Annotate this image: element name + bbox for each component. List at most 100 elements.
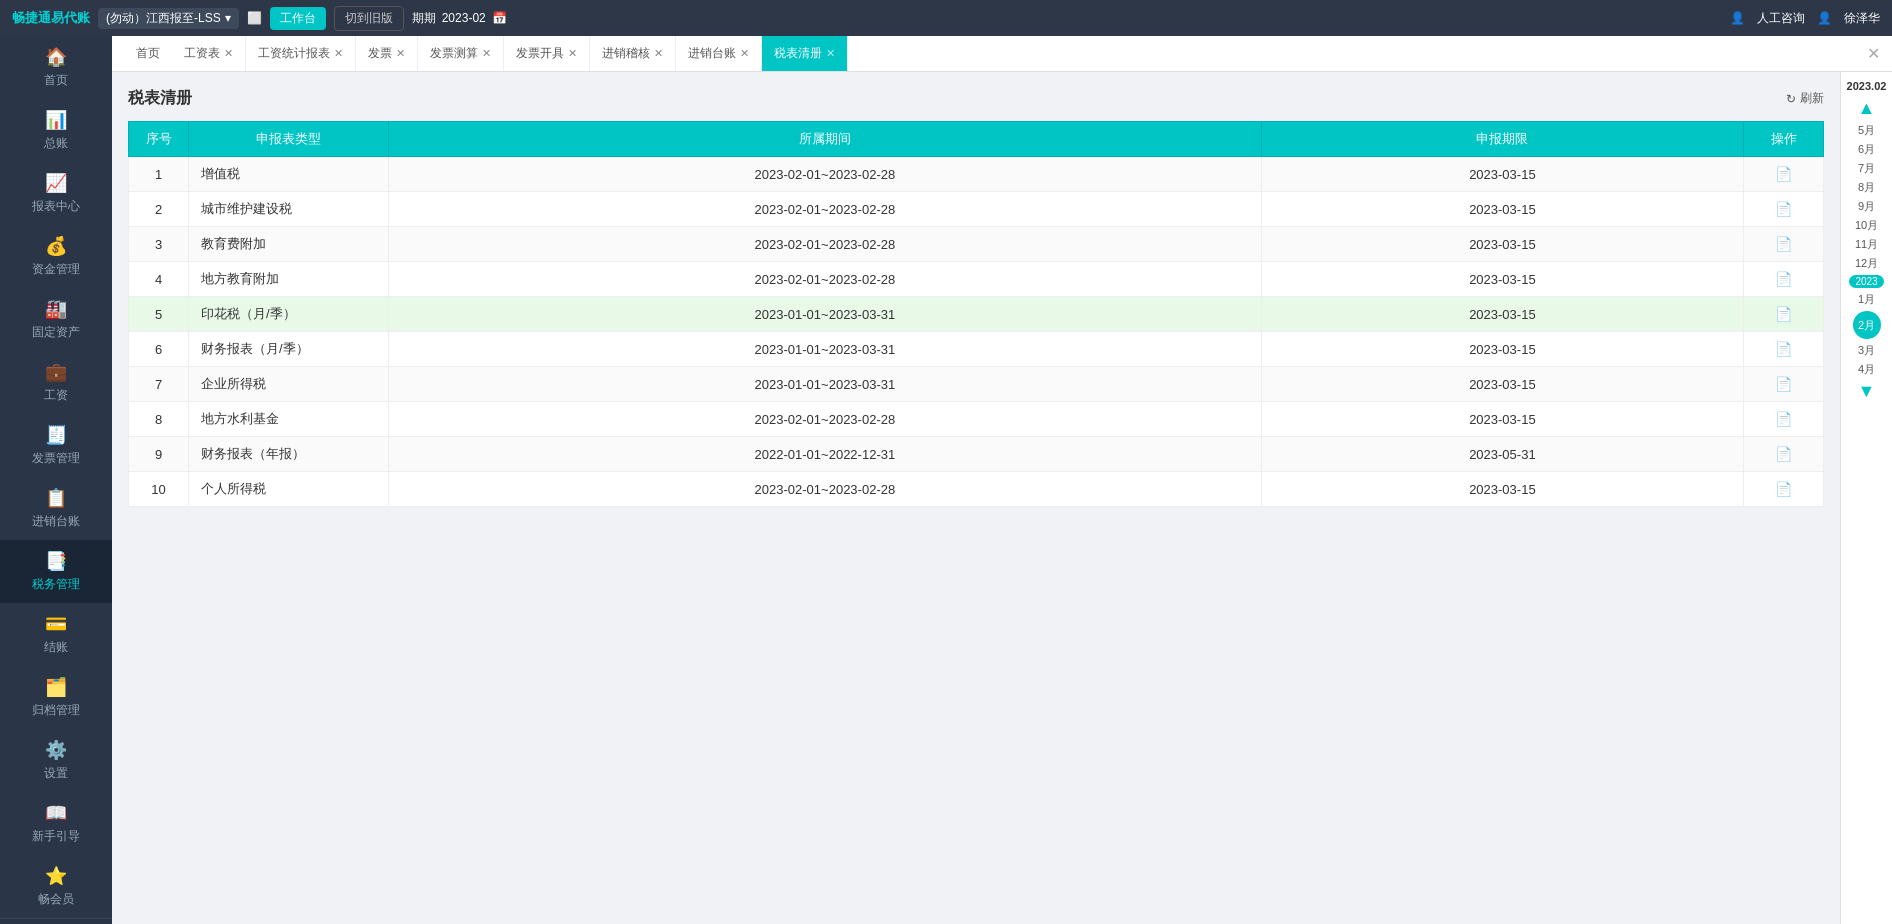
tab-invoice[interactable]: 发票 ✕ — [356, 36, 418, 72]
tab-invoice-open[interactable]: 发票开具 ✕ — [504, 36, 590, 72]
sidebar-item-fund[interactable]: 💰 资金管理 — [0, 225, 112, 288]
cell-period-covered: 2023-02-01~2023-02-28 — [389, 402, 1262, 437]
cell-seq: 10 — [129, 472, 189, 507]
sidebar-label-member: 畅会员 — [38, 891, 74, 908]
action-icon-0[interactable]: 📄 — [1775, 166, 1792, 182]
tab-invoice-calc[interactable]: 发票测算 ✕ — [418, 36, 504, 72]
workspace-button[interactable]: 工作台 — [270, 7, 326, 30]
table-body: 1 增值税 2023-02-01~2023-02-28 2023-03-15 📄… — [129, 157, 1824, 507]
action-icon-8[interactable]: 📄 — [1775, 446, 1792, 462]
tab-payroll-stats[interactable]: 工资统计报表 ✕ — [246, 36, 356, 72]
tab-purchase-review-label: 进销稽核 — [602, 45, 650, 62]
header-right: 👤 人工咨询 👤 徐泽华 — [1730, 10, 1880, 27]
panel-month-4[interactable]: 4月 — [1841, 360, 1892, 379]
sidebar-item-home[interactable]: 🏠 首页 — [0, 36, 112, 99]
tab-invoice-open-close[interactable]: ✕ — [568, 47, 577, 60]
refresh-button[interactable]: ↻ 刷新 — [1786, 90, 1824, 107]
sidebar-label-tax: 税务管理 — [32, 576, 80, 593]
panel-month-2-active[interactable]: 2月 — [1853, 311, 1881, 339]
sidebar-item-report[interactable]: 📈 报表中心 — [0, 162, 112, 225]
cell-action[interactable]: 📄 — [1744, 332, 1824, 367]
panel-month-9[interactable]: 9月 — [1841, 197, 1892, 216]
tab-payroll-stats-close[interactable]: ✕ — [334, 47, 343, 60]
cell-action[interactable]: 📄 — [1744, 472, 1824, 507]
table-row: 8 地方水利基金 2023-02-01~2023-02-28 2023-03-1… — [129, 402, 1824, 437]
cell-action[interactable]: 📄 — [1744, 262, 1824, 297]
panel-month-8[interactable]: 8月 — [1841, 178, 1892, 197]
page-title-bar: 税表清册 ↻ 刷新 — [128, 88, 1824, 109]
cell-action[interactable]: 📄 — [1744, 402, 1824, 437]
panel-month-3[interactable]: 3月 — [1841, 341, 1892, 360]
tab-purchase-review[interactable]: 进销稽核 ✕ — [590, 36, 676, 72]
table-row: 9 财务报表（年报） 2022-01-01~2022-12-31 2023-05… — [129, 437, 1824, 472]
action-icon-3[interactable]: 📄 — [1775, 271, 1792, 287]
calendar-icon[interactable]: 📅 — [492, 11, 507, 25]
sidebar-item-purchase[interactable]: 📋 进销台账 — [0, 477, 112, 540]
guide-icon: 📖 — [45, 802, 67, 824]
panel-nav-up[interactable]: ▲ — [1858, 96, 1876, 121]
cell-action[interactable]: 📄 — [1744, 227, 1824, 262]
action-icon-2[interactable]: 📄 — [1775, 236, 1792, 252]
tab-payroll-close[interactable]: ✕ — [224, 47, 233, 60]
copy-icon[interactable]: ⬜ — [247, 11, 262, 25]
tab-tax-clear-close[interactable]: ✕ — [826, 47, 835, 60]
cell-declare-period: 2023-03-15 — [1261, 227, 1743, 262]
cell-action[interactable]: 📄 — [1744, 367, 1824, 402]
tab-invoice-close[interactable]: ✕ — [396, 47, 405, 60]
sidebar-item-assets[interactable]: 🏭 固定资产 — [0, 288, 112, 351]
member-icon: ⭐ — [45, 865, 67, 887]
panel-month-7[interactable]: 7月 — [1841, 159, 1892, 178]
sidebar-label-purchase: 进销台账 — [32, 513, 80, 530]
tab-purchase-ledger-close[interactable]: ✕ — [740, 47, 749, 60]
tab-payroll[interactable]: 工资表 ✕ — [172, 36, 246, 72]
cell-action[interactable]: 📄 — [1744, 437, 1824, 472]
user-service[interactable]: 人工咨询 — [1757, 10, 1805, 27]
tab-invoice-label: 发票 — [368, 45, 392, 62]
tab-invoice-calc-close[interactable]: ✕ — [482, 47, 491, 60]
company-name: (勿动）江西报至-LSS — [106, 10, 221, 27]
switch-button[interactable]: 切到旧版 — [334, 6, 404, 31]
action-icon-1[interactable]: 📄 — [1775, 201, 1792, 217]
sidebar-item-settings[interactable]: ⚙️ 设置 — [0, 729, 112, 792]
panel-month-1[interactable]: 1月 — [1841, 290, 1892, 309]
tab-purchase-review-close[interactable]: ✕ — [654, 47, 663, 60]
cell-action[interactable]: 📄 — [1744, 157, 1824, 192]
period-value: 2023-02 — [442, 11, 486, 25]
panel-month-6[interactable]: 6月 — [1841, 140, 1892, 159]
cell-action[interactable]: 📄 — [1744, 192, 1824, 227]
username: 徐泽华 — [1844, 10, 1880, 27]
panel-month-12[interactable]: 12月 — [1841, 254, 1892, 273]
sidebar-item-invoice[interactable]: 🧾 发票管理 — [0, 414, 112, 477]
sidebar-item-tax[interactable]: 📑 税务管理 — [0, 540, 112, 603]
company-selector[interactable]: (勿动）江西报至-LSS ▾ — [98, 8, 239, 29]
panel-month-10[interactable]: 10月 — [1841, 216, 1892, 235]
close-all-icon[interactable]: ✕ — [1867, 44, 1880, 63]
action-icon-7[interactable]: 📄 — [1775, 411, 1792, 427]
tab-tax-clear[interactable]: 税表清册 ✕ — [762, 36, 848, 72]
sidebar-bottom[interactable]: 📌 取消固定 — [0, 918, 112, 924]
period-info: 期期 2023-02 📅 — [412, 10, 507, 27]
cell-action[interactable]: 📄 — [1744, 297, 1824, 332]
panel-month-5[interactable]: 5月 — [1841, 121, 1892, 140]
action-icon-9[interactable]: 📄 — [1775, 481, 1792, 497]
sidebar-item-ledger[interactable]: 📊 总账 — [0, 99, 112, 162]
panel-nav-down[interactable]: ▼ — [1858, 379, 1876, 404]
col-declare-period: 申报期限 — [1261, 122, 1743, 157]
action-icon-4[interactable]: 📄 — [1775, 306, 1792, 322]
tab-purchase-ledger[interactable]: 进销台账 ✕ — [676, 36, 762, 72]
cell-period-covered: 2023-01-01~2023-03-31 — [389, 367, 1262, 402]
page-title: 税表清册 — [128, 88, 192, 109]
sidebar-item-archive[interactable]: 🗂️ 归档管理 — [0, 666, 112, 729]
action-icon-6[interactable]: 📄 — [1775, 376, 1792, 392]
tab-tax-clear-label: 税表清册 — [774, 45, 822, 62]
sidebar-item-salary[interactable]: 💼 工资 — [0, 351, 112, 414]
cell-seq: 2 — [129, 192, 189, 227]
table-row: 10 个人所得税 2023-02-01~2023-02-28 2023-03-1… — [129, 472, 1824, 507]
assets-icon: 🏭 — [45, 298, 67, 320]
panel-month-11[interactable]: 11月 — [1841, 235, 1892, 254]
sidebar-item-settlement[interactable]: 💳 结账 — [0, 603, 112, 666]
tab-home[interactable]: 首页 — [124, 45, 172, 62]
sidebar-item-guide[interactable]: 📖 新手引导 — [0, 792, 112, 855]
sidebar-item-member[interactable]: ⭐ 畅会员 — [0, 855, 112, 918]
action-icon-5[interactable]: 📄 — [1775, 341, 1792, 357]
